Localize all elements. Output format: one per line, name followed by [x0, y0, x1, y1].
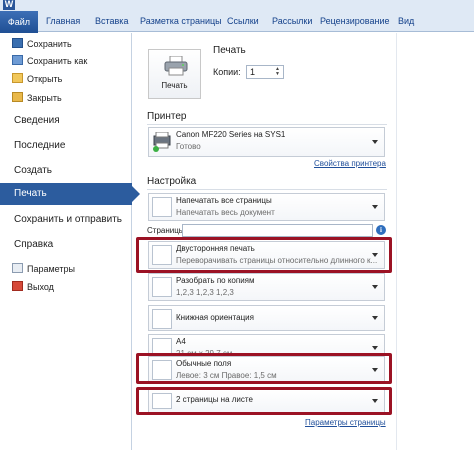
paper-size-title: A4 — [176, 337, 186, 346]
nav-open-label: Открыть — [27, 74, 63, 84]
tab-view[interactable]: Вид — [398, 11, 414, 31]
save-icon — [12, 38, 23, 48]
orientation-title: Книжная ориентация — [176, 313, 254, 322]
print-range-dropdown[interactable]: Напечатать все страницы Напечатать весь … — [148, 193, 385, 221]
printer-name: Canon MF220 Series на SYS1 — [176, 130, 286, 139]
copies-label: Копии: — [213, 67, 241, 77]
copies-value: 1 — [250, 67, 256, 77]
print-range-subtitle: Напечатать весь документ — [176, 208, 275, 217]
tab-page-layout[interactable]: Разметка страницы — [140, 11, 222, 31]
print-heading: Печать — [213, 45, 246, 56]
collate-title: Разобрать по копиям — [176, 276, 255, 285]
nav-save-as[interactable]: Сохранить как — [12, 54, 87, 68]
orientation-dropdown[interactable]: Книжная ориентация — [148, 305, 385, 331]
exit-icon — [12, 281, 23, 291]
chevron-down-icon — [372, 140, 378, 144]
pages-per-sheet-highlight — [136, 387, 392, 415]
nav-recent[interactable]: Последние — [14, 140, 65, 151]
chevron-down-icon — [372, 346, 378, 350]
nav-close[interactable]: Закрыть — [12, 91, 62, 105]
nav-open[interactable]: Открыть — [12, 72, 62, 86]
nav-save-as-label: Сохранить как — [27, 56, 88, 66]
nav-save[interactable]: Сохранить — [12, 37, 72, 51]
ribbon: W Файл Главная Вставка Разметка страницы… — [0, 0, 474, 33]
nav-info[interactable]: Сведения — [14, 115, 60, 126]
word-app-icon[interactable]: W — [3, 0, 15, 10]
collate-subtitle: 1,2,3 1,2,3 1,2,3 — [176, 288, 234, 297]
nav-print[interactable]: Печать — [0, 183, 140, 205]
printer-separator — [147, 124, 387, 125]
save-as-icon — [12, 55, 23, 65]
pages-icon — [152, 197, 172, 217]
print-button[interactable]: Печать — [148, 49, 201, 99]
settings-heading: Настройка — [147, 176, 197, 187]
settings-separator — [147, 189, 387, 190]
tab-references[interactable]: Ссылки — [227, 11, 259, 31]
tab-mailings[interactable]: Рассылки — [272, 11, 312, 31]
print-panel: Печать Печать Копии: 1 ▲ ▼ Принтер Canon … — [133, 33, 474, 450]
tab-file[interactable]: Файл — [0, 11, 38, 33]
nav-options[interactable]: Параметры — [12, 262, 75, 276]
pages-label: Страницы: — [147, 226, 187, 235]
options-icon — [12, 263, 23, 273]
backstage-nav: Сохранить Сохранить как Открыть Закрыть … — [0, 33, 140, 450]
panel-divider — [396, 33, 397, 450]
print-range-title: Напечатать все страницы — [176, 196, 272, 205]
printer-properties-link[interactable]: Свойства принтера — [314, 159, 386, 168]
margins-highlight — [136, 353, 392, 384]
info-icon[interactable]: i — [376, 225, 386, 235]
folder-open-icon — [12, 73, 23, 83]
print-button-label: Печать — [161, 81, 188, 90]
page-setup-link[interactable]: Параметры страницы — [305, 418, 386, 427]
duplex-highlight — [136, 237, 392, 273]
folder-close-icon — [12, 92, 23, 102]
nav-new[interactable]: Создать — [14, 165, 52, 176]
collate-dropdown[interactable]: Разобрать по копиям 1,2,3 1,2,3 1,2,3 — [148, 273, 385, 301]
portrait-orientation-icon — [152, 309, 172, 329]
printer-status: Готово — [176, 142, 201, 151]
tab-review[interactable]: Рецензирование — [320, 11, 390, 31]
nav-options-label: Параметры — [27, 264, 75, 274]
copies-input[interactable]: 1 ▲ ▼ — [246, 65, 284, 79]
printer-dropdown[interactable]: Canon MF220 Series на SYS1 Готово — [148, 127, 385, 157]
printer-device-icon — [153, 132, 171, 152]
chevron-down-icon — [372, 285, 378, 289]
printer-icon — [164, 56, 188, 76]
nav-save-send[interactable]: Сохранить и отправить — [14, 214, 122, 225]
tab-insert[interactable]: Вставка — [95, 11, 128, 31]
printer-heading: Принтер — [147, 111, 187, 122]
chevron-down-icon — [372, 316, 378, 320]
pages-input[interactable] — [182, 224, 373, 237]
nav-save-label: Сохранить — [27, 39, 72, 49]
copies-stepper[interactable]: ▲ ▼ — [275, 67, 282, 77]
nav-print-label: Печать — [14, 188, 47, 199]
nav-close-label: Закрыть — [27, 93, 62, 103]
chevron-down-icon — [372, 205, 378, 209]
collate-icon — [152, 277, 172, 297]
nav-exit-label: Выход — [27, 282, 54, 292]
nav-help[interactable]: Справка — [14, 239, 53, 250]
tab-home[interactable]: Главная — [46, 11, 80, 31]
nav-exit[interactable]: Выход — [12, 280, 54, 294]
